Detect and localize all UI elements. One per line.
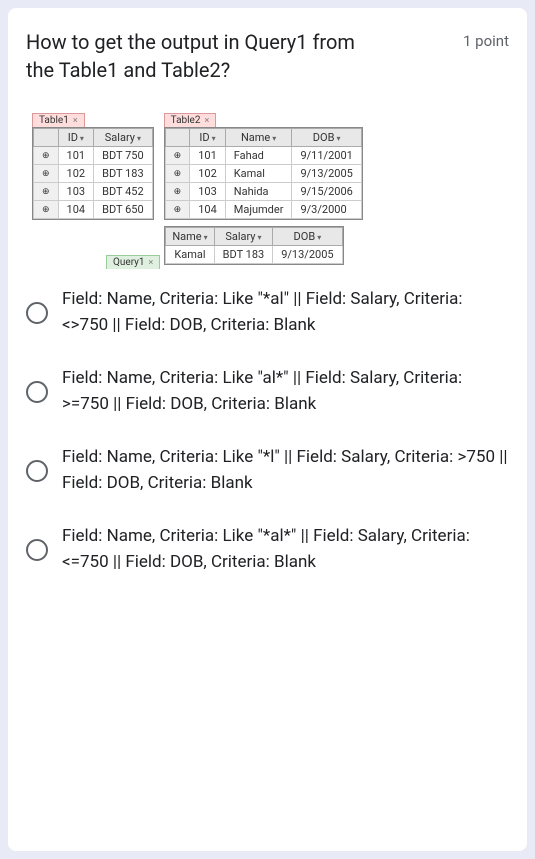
table2-wrap: Table2× ID▾ Name▾ DOB▾ ⊕101Fahad9/11/200… (164, 108, 363, 220)
question-header: How to get the output in Query1 from the… (26, 28, 509, 84)
question-card: How to get the output in Query1 from the… (8, 8, 527, 851)
option-2[interactable]: Field: Name, Criteria: Like "al*" || Fie… (26, 366, 509, 417)
option-4-text: Field: Name, Criteria: Like "*al*" || Fi… (62, 524, 509, 575)
table-row: ⊕101Fahad9/11/2001 (165, 147, 361, 165)
table-row: ⊕101BDT 750 (34, 147, 153, 165)
option-1[interactable]: Field: Name, Criteria: Like "*al" || Fie… (26, 287, 509, 338)
option-4[interactable]: Field: Name, Criteria: Like "*al*" || Fi… (26, 524, 509, 575)
radio-icon[interactable] (26, 302, 48, 324)
close-icon: × (73, 116, 78, 126)
table-row: ⊕103Nahida9/15/2006 (165, 183, 361, 201)
table-row: ⊕102Kamal9/13/2005 (165, 165, 361, 183)
query1-tab: Query1 × (106, 255, 160, 269)
close-icon: × (204, 116, 209, 126)
table2-header-id: ID▾ (190, 129, 226, 147)
question-text: How to get the output in Query1 from the… (26, 28, 386, 84)
option-3-text: Field: Name, Criteria: Like "*l" || Fiel… (62, 445, 509, 496)
table-row: ⊕104BDT 650 (34, 201, 153, 219)
table2: ID▾ Name▾ DOB▾ ⊕101Fahad9/11/2001 ⊕102Ka… (165, 128, 362, 219)
query1-header-salary: Salary▾ (214, 228, 273, 246)
query1-wrap: Query1 × Name▾ Salary▾ DOB▾ KamalBDT 1839… (106, 226, 509, 269)
option-1-text: Field: Name, Criteria: Like "*al" || Fie… (62, 287, 509, 338)
table-row: ⊕104Majumder9/3/2000 (165, 201, 361, 219)
table2-tab: Table2× (164, 113, 217, 127)
table1: ID▾ Salary▾ ⊕101BDT 750 ⊕102BDT 183 ⊕103… (33, 128, 153, 219)
query1-header-dob: DOB▾ (273, 228, 342, 246)
table1-header-id: ID▾ (58, 129, 94, 147)
options-group: Field: Name, Criteria: Like "*al" || Fie… (26, 287, 509, 575)
table2-tab-label: Table2 (171, 115, 201, 126)
radio-icon[interactable] (26, 539, 48, 561)
table-row: ⊕102BDT 183 (34, 165, 153, 183)
close-icon: × (149, 258, 154, 268)
query1-tab-label: Query1 (113, 257, 145, 268)
table1-tab-label: Table1 (39, 115, 69, 126)
radio-icon[interactable] (26, 381, 48, 403)
table1-tab: Table1 × (32, 113, 85, 127)
table-row: ⊕103BDT 452 (34, 183, 153, 201)
option-2-text: Field: Name, Criteria: Like "al*" || Fie… (62, 366, 509, 417)
option-3[interactable]: Field: Name, Criteria: Like "*l" || Fiel… (26, 445, 509, 496)
tables-figure: Table1 × ID▾ Salary▾ ⊕101BDT 750 ⊕102BDT … (26, 108, 509, 269)
points-label: 1 point (463, 32, 509, 50)
radio-icon[interactable] (26, 460, 48, 482)
table1-header-salary: Salary▾ (94, 129, 153, 147)
query1-header-name: Name▾ (166, 228, 214, 246)
table2-header-name: Name▾ (225, 129, 292, 147)
query1-table: Name▾ Salary▾ DOB▾ KamalBDT 1839/13/2005 (165, 227, 342, 264)
table1-wrap: Table1 × ID▾ Salary▾ ⊕101BDT 750 ⊕102BDT … (32, 108, 154, 220)
table-row: KamalBDT 1839/13/2005 (166, 246, 342, 264)
table2-header-dob: DOB▾ (292, 129, 361, 147)
